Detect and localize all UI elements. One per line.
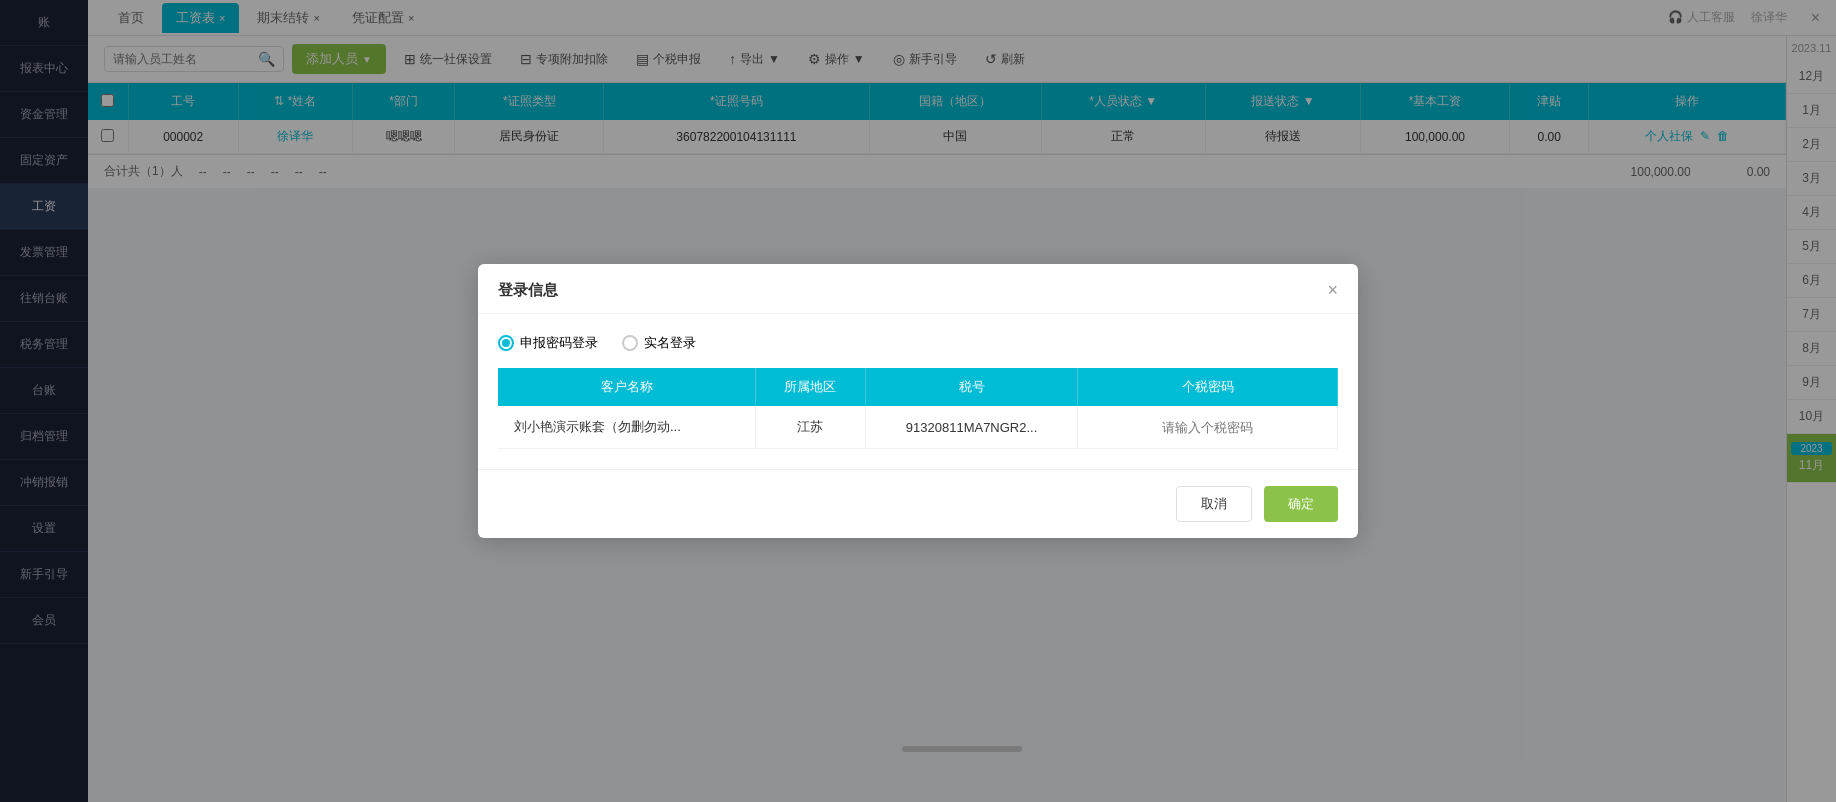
cancel-button[interactable]: 取消 [1176,486,1252,522]
cell-client-name: 刘小艳演示账套（勿删勿动... [498,406,756,449]
dialog-close-button[interactable]: × [1327,280,1338,301]
dialog-table-header-row: 客户名称 所属地区 税号 个税密码 [498,368,1338,406]
dialog-table-row: 刘小艳演示账套（勿删勿动... 江苏 91320811MA7NGR2... [498,406,1338,449]
password-login-label: 申报密码登录 [520,334,598,352]
cell-tax-password[interactable] [1078,406,1338,449]
password-login-radio-circle [498,335,514,351]
cell-region: 江苏 [756,406,866,449]
dialog-overlay: 登录信息 × 申报密码登录 实名登录 客户名称 [0,0,1836,802]
realname-login-label: 实名登录 [644,334,696,352]
tax-password-input[interactable] [1094,420,1321,435]
cell-tax-id: 91320811MA7NGR2... [865,406,1078,449]
col-region: 所属地区 [756,368,866,406]
dialog-header: 登录信息 × [478,264,1358,314]
dialog-title: 登录信息 [498,281,558,300]
realname-login-radio[interactable]: 实名登录 [622,334,696,352]
col-tax-password: 个税密码 [1078,368,1338,406]
login-method-group: 申报密码登录 实名登录 [498,334,1338,352]
realname-login-radio-circle [622,335,638,351]
login-dialog: 登录信息 × 申报密码登录 实名登录 客户名称 [478,264,1358,538]
dialog-footer: 取消 确定 [478,469,1358,538]
col-client-name: 客户名称 [498,368,756,406]
col-tax-id: 税号 [865,368,1078,406]
password-login-radio[interactable]: 申报密码登录 [498,334,598,352]
login-info-table: 客户名称 所属地区 税号 个税密码 [498,368,1338,449]
confirm-button[interactable]: 确定 [1264,486,1338,522]
dialog-body: 申报密码登录 实名登录 客户名称 所属地区 [478,314,1358,469]
